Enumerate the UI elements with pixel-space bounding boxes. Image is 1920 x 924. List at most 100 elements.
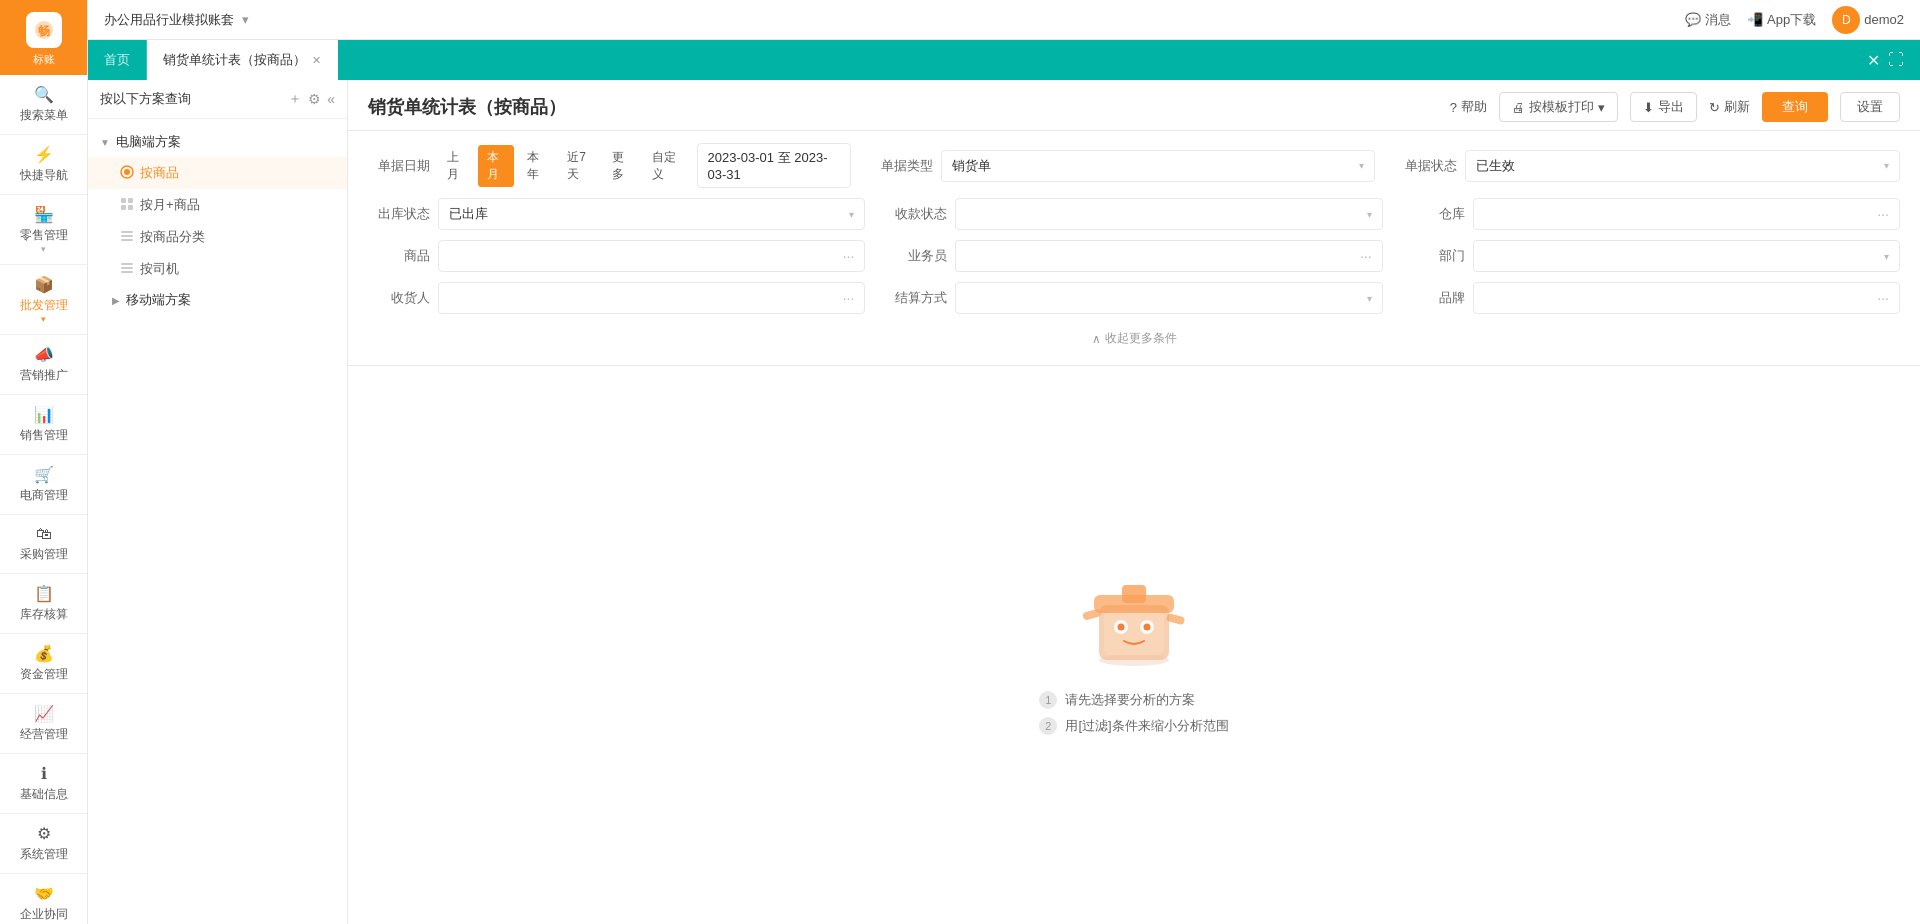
department-label: 部门 <box>1403 247 1473 265</box>
refresh-icon: ↻ <box>1709 100 1720 115</box>
tab-sales-stat[interactable]: 销货单统计表（按商品） ✕ <box>147 40 338 80</box>
product-field[interactable]: ··· <box>438 240 865 272</box>
sidebar-item-cooperation[interactable]: 🤝 企业协同 <box>0 874 87 924</box>
type-field[interactable]: 销货单 ▾ <box>941 150 1376 182</box>
tree-group-mobile[interactable]: ▶ 移动端方案 <box>88 285 347 315</box>
main-data-area: 1 请先选择要分析的方案 2 用[过滤]条件来缩小分析范围 <box>348 366 1920 924</box>
by-product-label: 按商品 <box>140 164 179 182</box>
add-scheme-btn[interactable]: ＋ <box>288 90 302 108</box>
sidebar-item-finance[interactable]: 💰 资金管理 <box>0 634 87 694</box>
svg-text:畅: 畅 <box>38 24 50 38</box>
sidebar-item-system[interactable]: ⚙ 系统管理 <box>0 814 87 874</box>
user-profile-btn[interactable]: D demo2 <box>1832 6 1904 34</box>
tree-item-by-category[interactable]: 按商品分类 <box>88 221 347 253</box>
department-field[interactable]: ▾ <box>1473 240 1900 272</box>
status-arrow-icon: ▾ <box>1884 160 1889 171</box>
status-value: 已生效 <box>1476 157 1884 175</box>
industry-label: 办公用品行业模拟账套 <box>104 11 234 29</box>
by-month-product-icon <box>120 197 134 214</box>
sidebar-logo[interactable]: 畅 标账 <box>0 0 87 75</box>
out-status-label: 出库状态 <box>368 205 438 223</box>
by-category-icon <box>120 229 134 246</box>
tip-1-text: 请先选择要分析的方案 <box>1065 691 1195 709</box>
salesperson-field[interactable]: ··· <box>955 240 1382 272</box>
sidebar-item-ecommerce[interactable]: 🛒 电商管理 <box>0 455 87 515</box>
status-field[interactable]: 已生效 ▾ <box>1465 150 1900 182</box>
logo-icon: 畅 <box>26 12 62 48</box>
refresh-btn[interactable]: ↻ 刷新 <box>1709 98 1750 116</box>
retail-icon: 🏪 <box>34 205 54 224</box>
brand-dots-icon: ··· <box>1877 290 1889 306</box>
collapse-filter-label: 收起更多条件 <box>1105 330 1177 347</box>
date-btn-custom[interactable]: 自定义 <box>643 145 688 187</box>
sidebar-item-wholesale[interactable]: 📦 批发管理 ▾ <box>0 265 87 335</box>
date-btn-this-year[interactable]: 本年 <box>518 145 554 187</box>
left-panel: 按以下方案查询 ＋ ⚙ « ▼ 电脑端方案 <box>88 80 348 924</box>
status-label: 单据状态 <box>1395 157 1465 175</box>
date-btn-this-month[interactable]: 本月 <box>478 145 514 187</box>
tree-item-by-printer[interactable]: 按司机 <box>88 253 347 285</box>
receiver-label: 收货人 <box>368 289 438 307</box>
basic-icon: ℹ <box>41 764 47 783</box>
help-btn[interactable]: ? 帮助 <box>1450 98 1487 116</box>
topbar: 办公用品行业模拟账套 ▾ 💬 消息 📲 App下载 D demo2 <box>88 0 1920 40</box>
sidebar-item-quick-nav[interactable]: ⚡ 快捷导航 <box>0 135 87 195</box>
print-arrow-icon: ▾ <box>1598 100 1605 115</box>
scheme-settings-btn[interactable]: ⚙ <box>308 91 321 107</box>
tree-item-by-month-product[interactable]: 按月+商品 <box>88 189 347 221</box>
empty-state: 1 请先选择要分析的方案 2 用[过滤]条件来缩小分析范围 <box>1039 555 1228 735</box>
collapse-filter-bar[interactable]: ∧ 收起更多条件 <box>368 324 1900 353</box>
settlement-field[interactable]: ▾ <box>955 282 1382 314</box>
sidebar-item-retail[interactable]: 🏪 零售管理 ▾ <box>0 195 87 265</box>
main-area: 办公用品行业模拟账套 ▾ 💬 消息 📲 App下载 D demo2 首页 <box>88 0 1920 924</box>
out-status-field[interactable]: 已出库 ▾ <box>438 198 865 230</box>
export-btn[interactable]: ⬇ 导出 <box>1630 92 1697 122</box>
expand-tab-btn[interactable]: ⛶ <box>1888 51 1904 69</box>
cooperation-icon: 🤝 <box>34 884 54 903</box>
tab-home[interactable]: 首页 <box>88 40 147 80</box>
print-btn[interactable]: 🖨 按模板打印 ▾ <box>1499 92 1618 122</box>
receive-status-arrow-icon: ▾ <box>1367 209 1372 220</box>
filter-row-1: 单据日期 上月 本月 本年 近7天 更多 自定义 2023-03-01 至 20… <box>368 143 1900 188</box>
message-btn[interactable]: 💬 消息 <box>1685 11 1731 29</box>
query-btn[interactable]: 查询 <box>1762 92 1828 122</box>
sidebar-item-inventory[interactable]: 📋 库存核算 <box>0 574 87 634</box>
page-title: 销货单统计表（按商品） <box>368 95 566 119</box>
warehouse-field[interactable]: ··· <box>1473 198 1900 230</box>
settings-btn[interactable]: 设置 <box>1840 92 1900 122</box>
industry-dropdown-icon[interactable]: ▾ <box>242 12 249 27</box>
date-btn-last-month[interactable]: 上月 <box>438 145 474 187</box>
empty-text: 1 请先选择要分析的方案 2 用[过滤]条件来缩小分析范围 <box>1039 691 1228 735</box>
receive-status-field[interactable]: ▾ <box>955 198 1382 230</box>
close-tab-btn[interactable]: ✕ <box>1867 51 1880 70</box>
message-label: 消息 <box>1705 11 1731 29</box>
app-download-label: App下载 <box>1767 11 1816 29</box>
tab-actions: ✕ ⛶ <box>1867 51 1920 70</box>
sidebar-item-operation[interactable]: 📈 经营管理 <box>0 694 87 754</box>
brand-field[interactable]: ··· <box>1473 282 1900 314</box>
collapse-panel-btn[interactable]: « <box>327 91 335 107</box>
sidebar: 畅 标账 🔍 搜索菜单 ⚡ 快捷导航 🏪 零售管理 ▾ 📦 批发管理 ▾ 📣 营… <box>0 0 88 924</box>
tab-close-icon[interactable]: ✕ <box>312 54 321 67</box>
product-label: 商品 <box>368 247 438 265</box>
search-icon: 🔍 <box>34 85 54 104</box>
tree-group-pc[interactable]: ▼ 电脑端方案 <box>88 127 347 157</box>
brand-label: 品牌 <box>1403 289 1473 307</box>
date-label: 单据日期 <box>368 157 438 175</box>
date-range-field[interactable]: 2023-03-01 至 2023-03-31 <box>697 143 851 188</box>
app-download-btn[interactable]: 📲 App下载 <box>1747 11 1816 29</box>
sidebar-item-sales[interactable]: 📊 销售管理 <box>0 395 87 455</box>
sidebar-item-search[interactable]: 🔍 搜索菜单 <box>0 75 87 135</box>
sidebar-item-basic[interactable]: ℹ 基础信息 <box>0 754 87 814</box>
page-actions: ? 帮助 🖨 按模板打印 ▾ ⬇ 导出 ↻ 刷新 <box>1450 92 1900 122</box>
date-btn-more[interactable]: 更多 <box>603 145 639 187</box>
sidebar-item-purchase[interactable]: 🛍 采购管理 <box>0 515 87 574</box>
app-download-icon: 📲 <box>1747 12 1763 27</box>
tree-item-by-product[interactable]: 按商品 <box>88 157 347 189</box>
right-panel: 销货单统计表（按商品） ? 帮助 🖨 按模板打印 ▾ ⬇ 导出 <box>348 80 1920 924</box>
date-btn-7days[interactable]: 近7天 <box>558 145 599 187</box>
svg-rect-6 <box>121 205 126 210</box>
receiver-field[interactable]: ··· <box>438 282 865 314</box>
sidebar-item-marketing[interactable]: 📣 营销推广 <box>0 335 87 395</box>
operation-icon: 📈 <box>34 704 54 723</box>
